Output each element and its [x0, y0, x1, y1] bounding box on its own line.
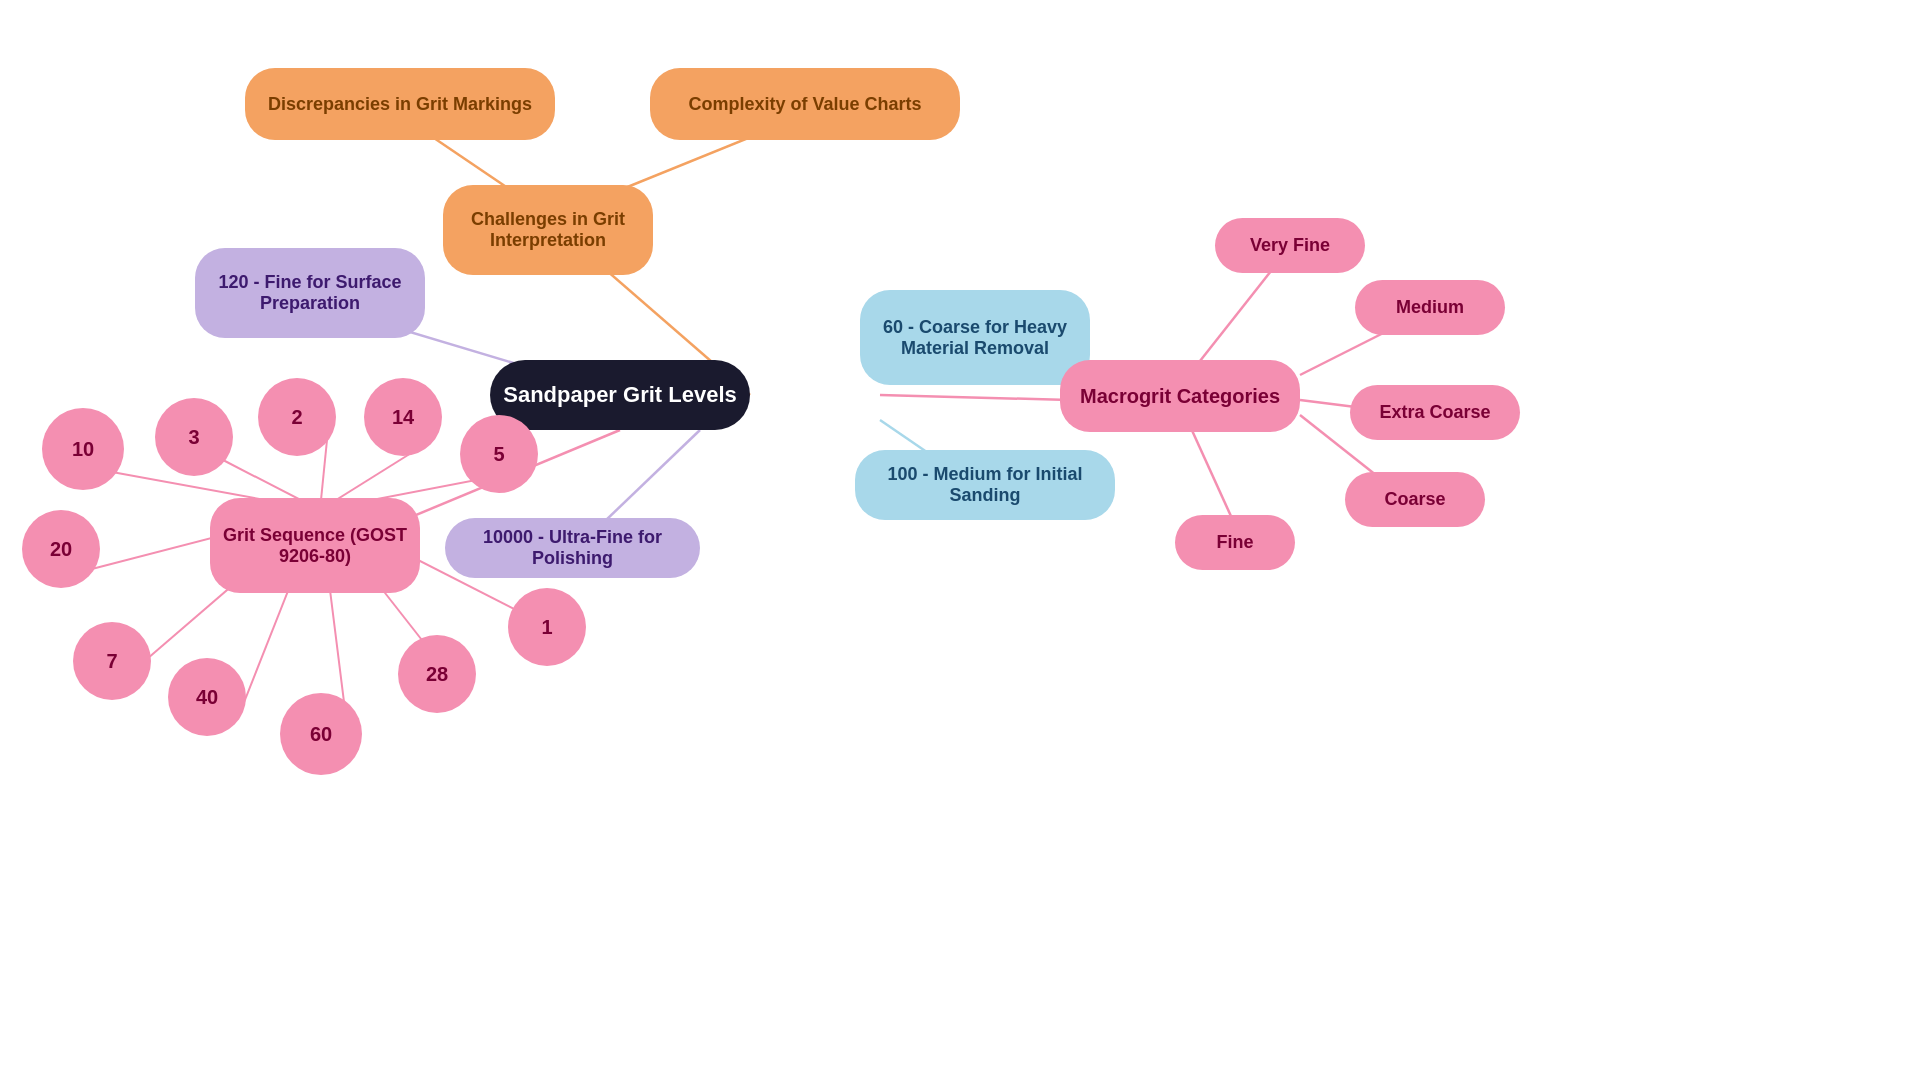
grit-10-node[interactable]: 10	[42, 408, 124, 490]
grit-5-node[interactable]: 5	[460, 415, 538, 493]
macrogrit-node[interactable]: Macrogrit Categories	[1060, 360, 1300, 432]
fine120-node[interactable]: 120 - Fine for Surface Preparation	[195, 248, 425, 338]
grit-40-node[interactable]: 40	[168, 658, 246, 736]
fine-node[interactable]: Fine	[1175, 515, 1295, 570]
grit-28-node[interactable]: 28	[398, 635, 476, 713]
grit-sequence-node[interactable]: Grit Sequence (GOST 9206-80)	[210, 498, 420, 593]
challenges-node[interactable]: Challenges in Grit Interpretation	[443, 185, 653, 275]
svg-line-8	[880, 395, 1070, 400]
center-node[interactable]: Sandpaper Grit Levels	[490, 360, 750, 430]
grit-3-node[interactable]: 3	[155, 398, 233, 476]
coarse-node[interactable]: Coarse	[1345, 472, 1485, 527]
medium-node[interactable]: Medium	[1355, 280, 1505, 335]
complexity-node[interactable]: Complexity of Value Charts	[650, 68, 960, 140]
grit-20-node[interactable]: 20	[22, 510, 100, 588]
extra-coarse-node[interactable]: Extra Coarse	[1350, 385, 1520, 440]
grit-14-node[interactable]: 14	[364, 378, 442, 456]
coarse60-node[interactable]: 60 - Coarse for Heavy Material Removal	[860, 290, 1090, 385]
ultraFine10000-node[interactable]: 10000 - Ultra-Fine for Polishing	[445, 518, 700, 578]
grit-60b-node[interactable]: 60	[280, 693, 362, 775]
medium100-node[interactable]: 100 - Medium for Initial Sanding	[855, 450, 1115, 520]
discrepancies-node[interactable]: Discrepancies in Grit Markings	[245, 68, 555, 140]
very-fine-node[interactable]: Very Fine	[1215, 218, 1365, 273]
grit-7-node[interactable]: 7	[73, 622, 151, 700]
grit-2-node[interactable]: 2	[258, 378, 336, 456]
grit-1-node[interactable]: 1	[508, 588, 586, 666]
